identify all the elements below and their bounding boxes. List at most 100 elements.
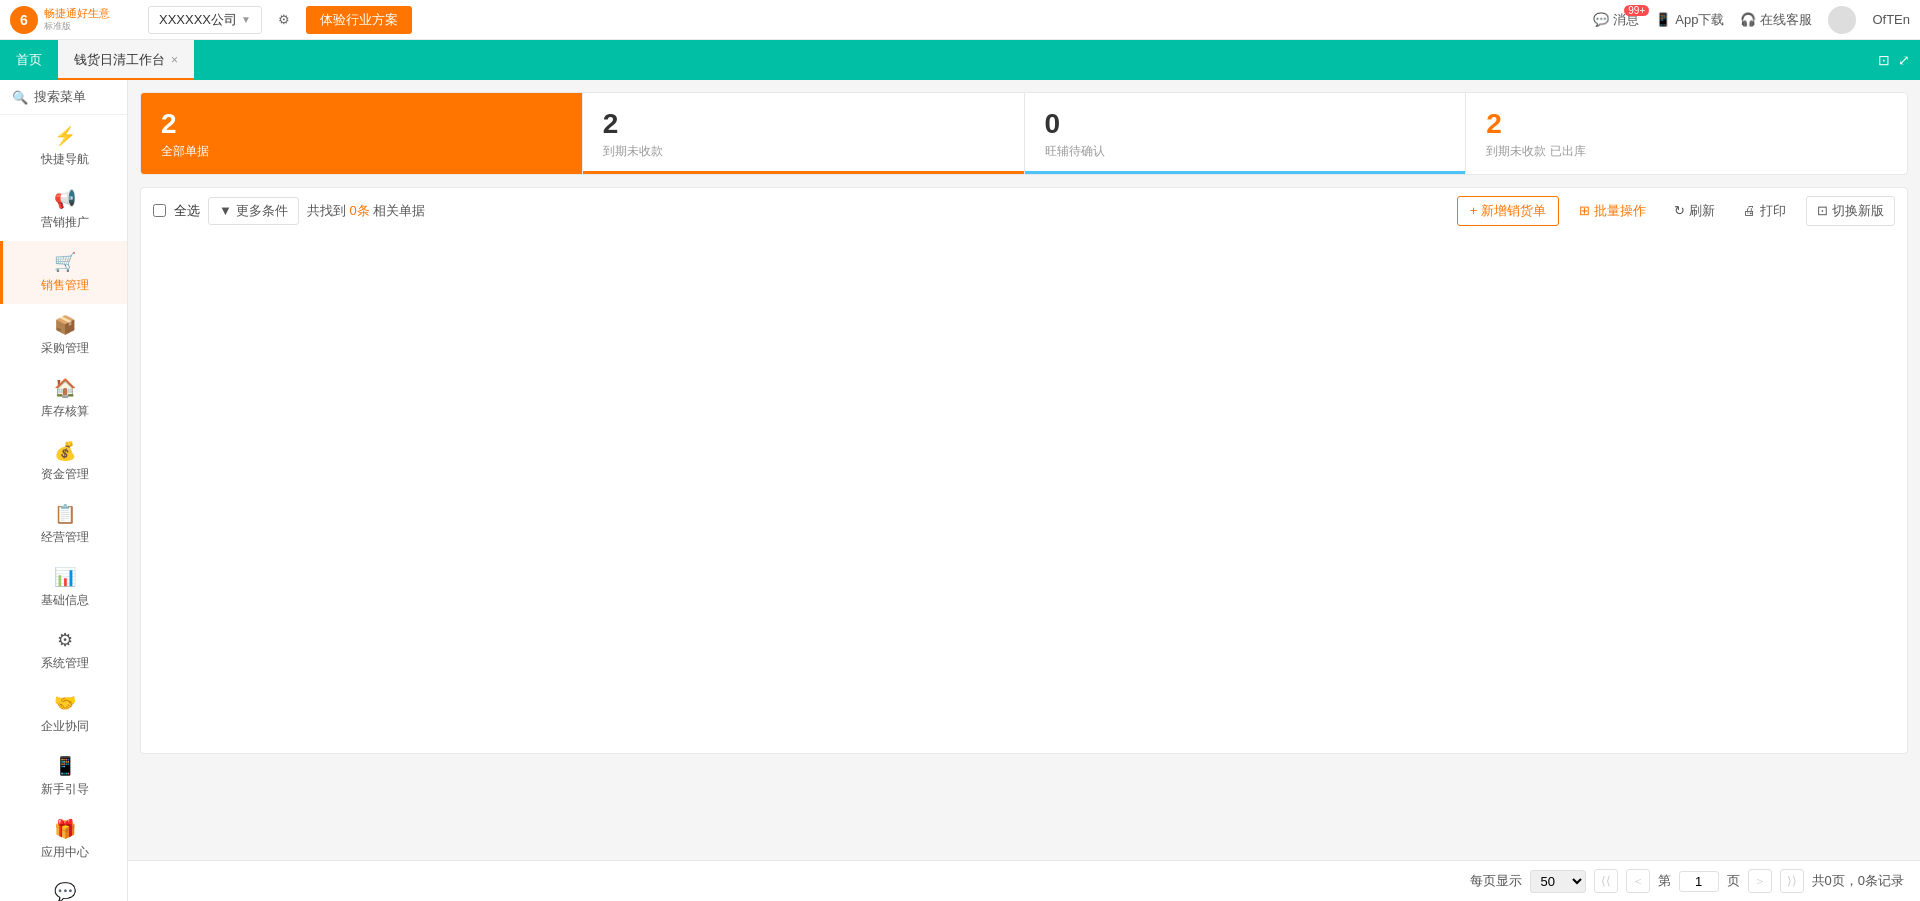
sidebar-search[interactable]: 🔍 搜索菜单	[0, 80, 127, 115]
table-area	[140, 234, 1908, 754]
sidebar-item-sales[interactable]: 🛒 销售管理	[0, 241, 127, 304]
online-service-label: 在线客服	[1760, 11, 1812, 29]
select-all-checkbox[interactable]	[153, 204, 166, 217]
first-page-button[interactable]: ⟨⟨	[1594, 869, 1618, 893]
toolbar: 全选 ▼ 更多条件 共找到 0条 相关单据 + 新增销货单 ⊞ 批量操作 ↻ 刷…	[140, 187, 1908, 234]
company-name: XXXXXX公司	[159, 11, 237, 29]
service-icon: 🎧	[1740, 12, 1756, 27]
more-filters-label: 更多条件	[236, 202, 288, 220]
sidebar-item-label: 销售管理	[41, 277, 89, 294]
sidebar-item-operations[interactable]: 📋 经营管理	[0, 493, 127, 556]
tab-workbench-label: 钱货日清工作台	[74, 51, 165, 69]
stat-wangfu-pending[interactable]: 0 旺辅待确认	[1025, 93, 1467, 174]
online-service-button[interactable]: 🎧 在线客服	[1740, 11, 1812, 29]
tab-workbench[interactable]: 钱货日清工作台 ×	[58, 40, 194, 80]
trial-button[interactable]: 体验行业方案	[306, 6, 412, 34]
sidebar-item-quick-nav[interactable]: ⚡ 快捷导航	[0, 115, 127, 178]
refresh-icon: ↻	[1674, 203, 1685, 218]
operations-icon: 📋	[54, 503, 76, 525]
print-icon: 🖨	[1743, 203, 1756, 218]
logo-area: 6 畅捷通好生意 标准版	[10, 6, 138, 34]
filter-icon: ▼	[219, 203, 232, 218]
add-sale-order-button[interactable]: + 新增销货单	[1457, 196, 1559, 226]
pagination-bar: 每页显示 10 20 50 100 ⟨⟨ ＜ 第 页 ＞ ⟩⟩ 共0页，0条记录	[128, 860, 1920, 901]
main-content: 2 全部单据 2 到期未收款 0 旺辅待确认 2 到期未收款 已出库 全选 ▼ …	[128, 80, 1920, 901]
logo-sub: 标准版	[44, 20, 110, 33]
tab-home-label: 首页	[16, 51, 42, 69]
sidebar-item-label: 采购管理	[41, 340, 89, 357]
stat-wangfu-pending-number: 0	[1045, 107, 1446, 141]
app-download-label: App下载	[1675, 11, 1724, 29]
sidebar-item-wechat[interactable]: 💬 企业微信	[0, 871, 127, 901]
sidebar-item-base-info[interactable]: 📊 基础信息	[0, 556, 127, 619]
stat-all-orders[interactable]: 2 全部单据	[141, 93, 583, 174]
settings-button[interactable]: ⚙	[270, 6, 298, 34]
refresh-button[interactable]: ↻ 刷新	[1666, 198, 1723, 224]
stat-wangfu-underline	[1025, 171, 1466, 174]
sidebar-item-label: 经营管理	[41, 529, 89, 546]
found-count: 0条	[350, 203, 370, 218]
download-icon: 📱	[1655, 12, 1671, 27]
sidebar-item-finance[interactable]: 💰 资金管理	[0, 430, 127, 493]
next-page-button[interactable]: ＞	[1748, 869, 1772, 893]
gear-icon: ⚙	[278, 12, 290, 27]
batch-operation-button[interactable]: ⊞ 批量操作	[1571, 198, 1654, 224]
stat-overdue-shipped-number: 2	[1486, 107, 1887, 141]
per-page-label: 每页显示	[1470, 872, 1522, 890]
system-icon: ⚙	[57, 629, 73, 651]
last-page-button[interactable]: ⟩⟩	[1780, 869, 1804, 893]
message-button[interactable]: 💬 消息 99+	[1593, 11, 1639, 29]
empty-state	[141, 234, 1907, 714]
company-dropdown-icon: ▼	[241, 14, 251, 25]
total-records-label: 共0页，0条记录	[1812, 872, 1904, 890]
sidebar-item-label: 新手引导	[41, 781, 89, 798]
search-icon: 🔍	[12, 90, 28, 105]
tab-home[interactable]: 首页	[0, 40, 58, 80]
sales-icon: 🛒	[54, 251, 76, 273]
more-filters-button[interactable]: ▼ 更多条件	[208, 197, 299, 225]
sidebar-item-guide[interactable]: 📱 新手引导	[0, 745, 127, 808]
company-selector[interactable]: XXXXXX公司 ▼	[148, 6, 262, 34]
user-name-display[interactable]: OfTEn	[1872, 12, 1910, 27]
sidebar-item-label: 应用中心	[41, 844, 89, 861]
quick-nav-icon: ⚡	[54, 125, 76, 147]
page-suffix-label: 页	[1727, 872, 1740, 890]
page-number-input[interactable]	[1679, 871, 1719, 892]
minimize-icon[interactable]: ⊡	[1878, 52, 1890, 68]
switch-new-version-button[interactable]: ⊡ 切换新版	[1806, 196, 1895, 226]
batch-label: 批量操作	[1594, 202, 1646, 220]
toolbar-left: 全选 ▼ 更多条件 共找到 0条 相关单据	[153, 197, 425, 225]
sidebar-item-label: 基础信息	[41, 592, 89, 609]
stat-overdue-shipped[interactable]: 2 到期未收款 已出库	[1466, 93, 1907, 174]
message-icon: 💬	[1593, 12, 1609, 27]
stat-overdue-unpaid-label: 到期未收款	[603, 143, 1004, 160]
refresh-label: 刷新	[1689, 202, 1715, 220]
stat-all-orders-number: 2	[161, 107, 562, 141]
sidebar-item-marketing[interactable]: 📢 营销推广	[0, 178, 127, 241]
expand-icon[interactable]: ⤢	[1898, 52, 1910, 68]
tab-close-icon[interactable]: ×	[171, 53, 178, 67]
sidebar-item-app-center[interactable]: 🎁 应用中心	[0, 808, 127, 871]
sidebar-item-system[interactable]: ⚙ 系统管理	[0, 619, 127, 682]
print-button[interactable]: 🖨 打印	[1735, 198, 1794, 224]
stat-wangfu-pending-label: 旺辅待确认	[1045, 143, 1446, 160]
found-prefix: 共找到	[307, 203, 346, 218]
guide-icon: 📱	[54, 755, 76, 777]
logo-text-area: 畅捷通好生意 标准版	[44, 6, 110, 33]
stat-overdue-unpaid[interactable]: 2 到期未收款	[583, 93, 1025, 174]
sidebar-item-enterprise[interactable]: 🤝 企业协同	[0, 682, 127, 745]
avatar-image	[1828, 6, 1856, 34]
prev-page-button[interactable]: ＜	[1626, 869, 1650, 893]
per-page-select[interactable]: 10 20 50 100	[1530, 870, 1586, 893]
batch-icon: ⊞	[1579, 203, 1590, 218]
stat-overdue-underline	[583, 171, 1024, 174]
sidebar-item-purchase[interactable]: 📦 采购管理	[0, 304, 127, 367]
inventory-icon: 🏠	[54, 377, 76, 399]
base-info-icon: 📊	[54, 566, 76, 588]
stats-row: 2 全部单据 2 到期未收款 0 旺辅待确认 2 到期未收款 已出库	[140, 92, 1908, 175]
marketing-icon: 📢	[54, 188, 76, 210]
user-avatar[interactable]	[1828, 6, 1856, 34]
app-download-button[interactable]: 📱 App下载	[1655, 11, 1724, 29]
sidebar-item-inventory[interactable]: 🏠 库存核算	[0, 367, 127, 430]
finance-icon: 💰	[54, 440, 76, 462]
